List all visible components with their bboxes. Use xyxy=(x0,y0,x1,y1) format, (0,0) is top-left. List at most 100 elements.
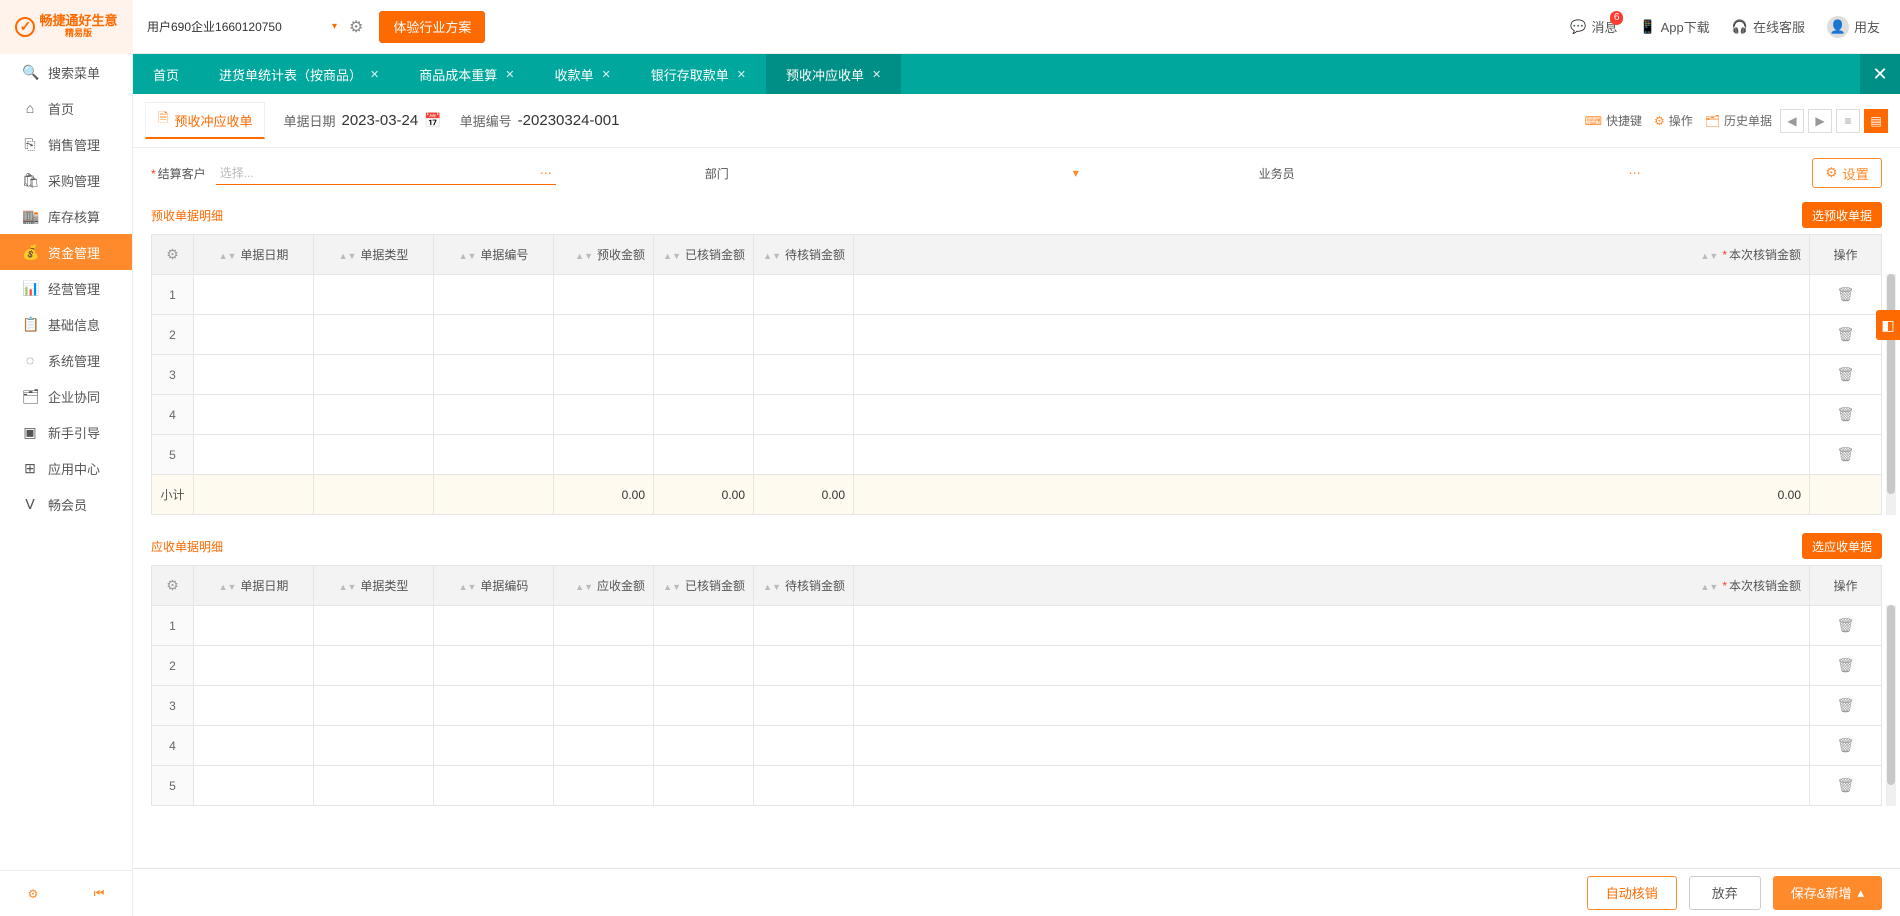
pick-prepay-button[interactable]: 选预收单据 xyxy=(1802,202,1882,228)
headset-icon: 🎧 xyxy=(1732,19,1748,35)
scrollbar[interactable] xyxy=(1886,605,1896,806)
prev-doc-button[interactable]: ◀ xyxy=(1780,109,1804,133)
trash-icon[interactable]: 🗑 xyxy=(1837,777,1855,793)
trash-icon[interactable]: 🗑 xyxy=(1837,406,1855,422)
sidebar-item-basic[interactable]: 📋基础信息 xyxy=(0,306,132,342)
sidebar-item-home[interactable]: ⌂首页 xyxy=(0,90,132,126)
table-row[interactable]: 1🗑 xyxy=(152,606,1882,646)
support-button[interactable]: 🎧 在线客服 xyxy=(1732,17,1805,36)
save-label: 保存&新增 xyxy=(1791,883,1852,902)
sort-icon[interactable]: ▲▼ xyxy=(575,253,593,259)
sidebar-item-business[interactable]: 📊经营管理 xyxy=(0,270,132,306)
table-row[interactable]: 3🗑 xyxy=(152,686,1882,726)
sidebar-item-sales[interactable]: ⎘销售管理 xyxy=(0,126,132,162)
sidebar-item-label: 资金管理 xyxy=(48,243,100,262)
trash-icon[interactable]: 🗑 xyxy=(1837,326,1855,342)
sidebar-settings-icon[interactable]: ⚙ xyxy=(28,887,39,901)
sort-icon[interactable]: ▲▼ xyxy=(459,584,477,590)
sidebar-item-apps[interactable]: ⊞应用中心 xyxy=(0,450,132,486)
sort-icon[interactable]: ▲▼ xyxy=(575,584,593,590)
table-row[interactable]: 2🗑 xyxy=(152,646,1882,686)
save-new-button[interactable]: 保存&新增▴ xyxy=(1773,876,1882,910)
sort-icon[interactable]: ▲▼ xyxy=(459,253,477,259)
close-icon[interactable]: ✕ xyxy=(505,68,514,81)
table-row[interactable]: 5🗑 xyxy=(152,435,1882,475)
sidebar-item-search[interactable]: 🔍搜索菜单 xyxy=(0,54,132,90)
table-row[interactable]: 4🗑 xyxy=(152,726,1882,766)
table-row[interactable]: 3🗑 xyxy=(152,355,1882,395)
sidebar-item-guide[interactable]: ▣新手引导 xyxy=(0,414,132,450)
sort-icon[interactable]: ▲▼ xyxy=(763,253,781,259)
tab-purchase-stats[interactable]: 进货单统计表（按商品）✕ xyxy=(199,54,399,94)
doc-title: 预收冲应收单 xyxy=(174,111,252,130)
trash-icon[interactable]: 🗑 xyxy=(1837,366,1855,382)
more-icon[interactable]: ⋯ xyxy=(1629,166,1641,180)
user-menu[interactable]: 👤 用友 xyxy=(1827,16,1880,38)
trash-icon[interactable]: 🗑 xyxy=(1837,697,1855,713)
settings-button[interactable]: ⚙设置 xyxy=(1812,158,1882,188)
sidebar-collapse-icon[interactable]: ⏮ xyxy=(94,886,105,901)
app-download-button[interactable]: 📱 App下载 xyxy=(1639,17,1709,36)
history-label: 历史单据 xyxy=(1724,112,1772,129)
close-icon[interactable]: ✕ xyxy=(602,68,611,81)
trash-icon[interactable]: 🗑 xyxy=(1837,657,1855,673)
sidebar-item-funds[interactable]: 💰资金管理 xyxy=(0,234,132,270)
sidebar-item-member[interactable]: Ⅴ畅会员 xyxy=(0,486,132,522)
history-button[interactable]: 🗂历史单据 xyxy=(1701,112,1776,129)
table-row[interactable]: 1🗑 xyxy=(152,275,1882,315)
discard-button[interactable]: 放弃 xyxy=(1689,876,1761,910)
sort-icon[interactable]: ▲▼ xyxy=(1700,584,1718,590)
side-drawer-tab[interactable]: ◧ xyxy=(1876,310,1900,340)
table-row[interactable]: 5🗑 xyxy=(152,766,1882,806)
trash-icon[interactable]: 🗑 xyxy=(1837,737,1855,753)
sort-icon[interactable]: ▲▼ xyxy=(663,584,681,590)
industry-plan-button[interactable]: 体验行业方案 xyxy=(379,11,485,43)
company-settings-icon[interactable]: ⚙ xyxy=(349,17,363,37)
tab-home[interactable]: 首页 xyxy=(133,54,199,94)
sidebar-item-purchase[interactable]: 🛍采购管理 xyxy=(0,162,132,198)
close-icon[interactable]: ✕ xyxy=(872,68,881,81)
sort-icon[interactable]: ▲▼ xyxy=(1700,253,1718,259)
sales-field[interactable]: ⋯ xyxy=(1305,161,1645,185)
sort-icon[interactable]: ▲▼ xyxy=(339,584,357,590)
trash-icon[interactable]: 🗑 xyxy=(1837,617,1855,633)
sidebar-item-system[interactable]: ◌系统管理 xyxy=(0,342,132,378)
tab-prepay-offset[interactable]: 预收冲应收单✕ xyxy=(766,54,901,94)
sort-icon[interactable]: ▲▼ xyxy=(763,584,781,590)
more-icon[interactable]: ⋯ xyxy=(540,166,552,180)
auto-verify-button[interactable]: 自动核销 xyxy=(1587,876,1677,910)
sort-icon[interactable]: ▲▼ xyxy=(219,253,237,259)
tab-bank[interactable]: 银行存取款单✕ xyxy=(631,54,766,94)
view-list-button[interactable]: ≡ xyxy=(1836,109,1860,133)
sort-icon[interactable]: ▲▼ xyxy=(663,253,681,259)
pick-receivable-button[interactable]: 选应收单据 xyxy=(1802,533,1882,559)
table-row[interactable]: 4🗑 xyxy=(152,395,1882,435)
tab-cost-recalc[interactable]: 商品成本重算✕ xyxy=(399,54,534,94)
company-selector[interactable]: 用户690企业1660120750 ▾ xyxy=(147,11,337,43)
keyboard-icon: ⌨ xyxy=(1585,114,1602,128)
sidebar-item-collab[interactable]: 🗂企业协同 xyxy=(0,378,132,414)
trash-icon[interactable]: 🗑 xyxy=(1837,286,1855,302)
gear-icon[interactable]: ⚙ xyxy=(166,246,179,262)
ops-button[interactable]: ⚙操作 xyxy=(1650,112,1697,129)
sort-icon[interactable]: ▲▼ xyxy=(219,584,237,590)
close-icon[interactable]: ✕ xyxy=(737,68,746,81)
phone-icon: 📱 xyxy=(1639,19,1655,35)
messages-button[interactable]: 💬 消息 6 xyxy=(1570,17,1617,36)
chevron-down-icon: ▾ xyxy=(1073,166,1079,180)
shortcut-button[interactable]: ⌨快捷键 xyxy=(1581,112,1646,129)
sidebar-item-inventory[interactable]: 🏬库存核算 xyxy=(0,198,132,234)
next-doc-button[interactable]: ▶ xyxy=(1808,109,1832,133)
table-row[interactable]: 2🗑 xyxy=(152,315,1882,355)
doc-date[interactable]: 2023-03-24 xyxy=(341,112,418,129)
dept-field[interactable]: ▾ xyxy=(739,161,1079,185)
gear-icon[interactable]: ⚙ xyxy=(166,577,179,593)
close-icon[interactable]: ✕ xyxy=(370,68,379,81)
trash-icon[interactable]: 🗑 xyxy=(1837,446,1855,462)
view-detail-button[interactable]: ▤ xyxy=(1864,109,1888,133)
sort-icon[interactable]: ▲▼ xyxy=(339,253,357,259)
close-all-tabs[interactable]: ✕ xyxy=(1860,54,1900,94)
tab-receipt[interactable]: 收款单✕ xyxy=(534,54,630,94)
customer-field[interactable]: 选择... ⋯ xyxy=(216,161,556,185)
calendar-icon[interactable]: 📅 xyxy=(424,112,441,129)
